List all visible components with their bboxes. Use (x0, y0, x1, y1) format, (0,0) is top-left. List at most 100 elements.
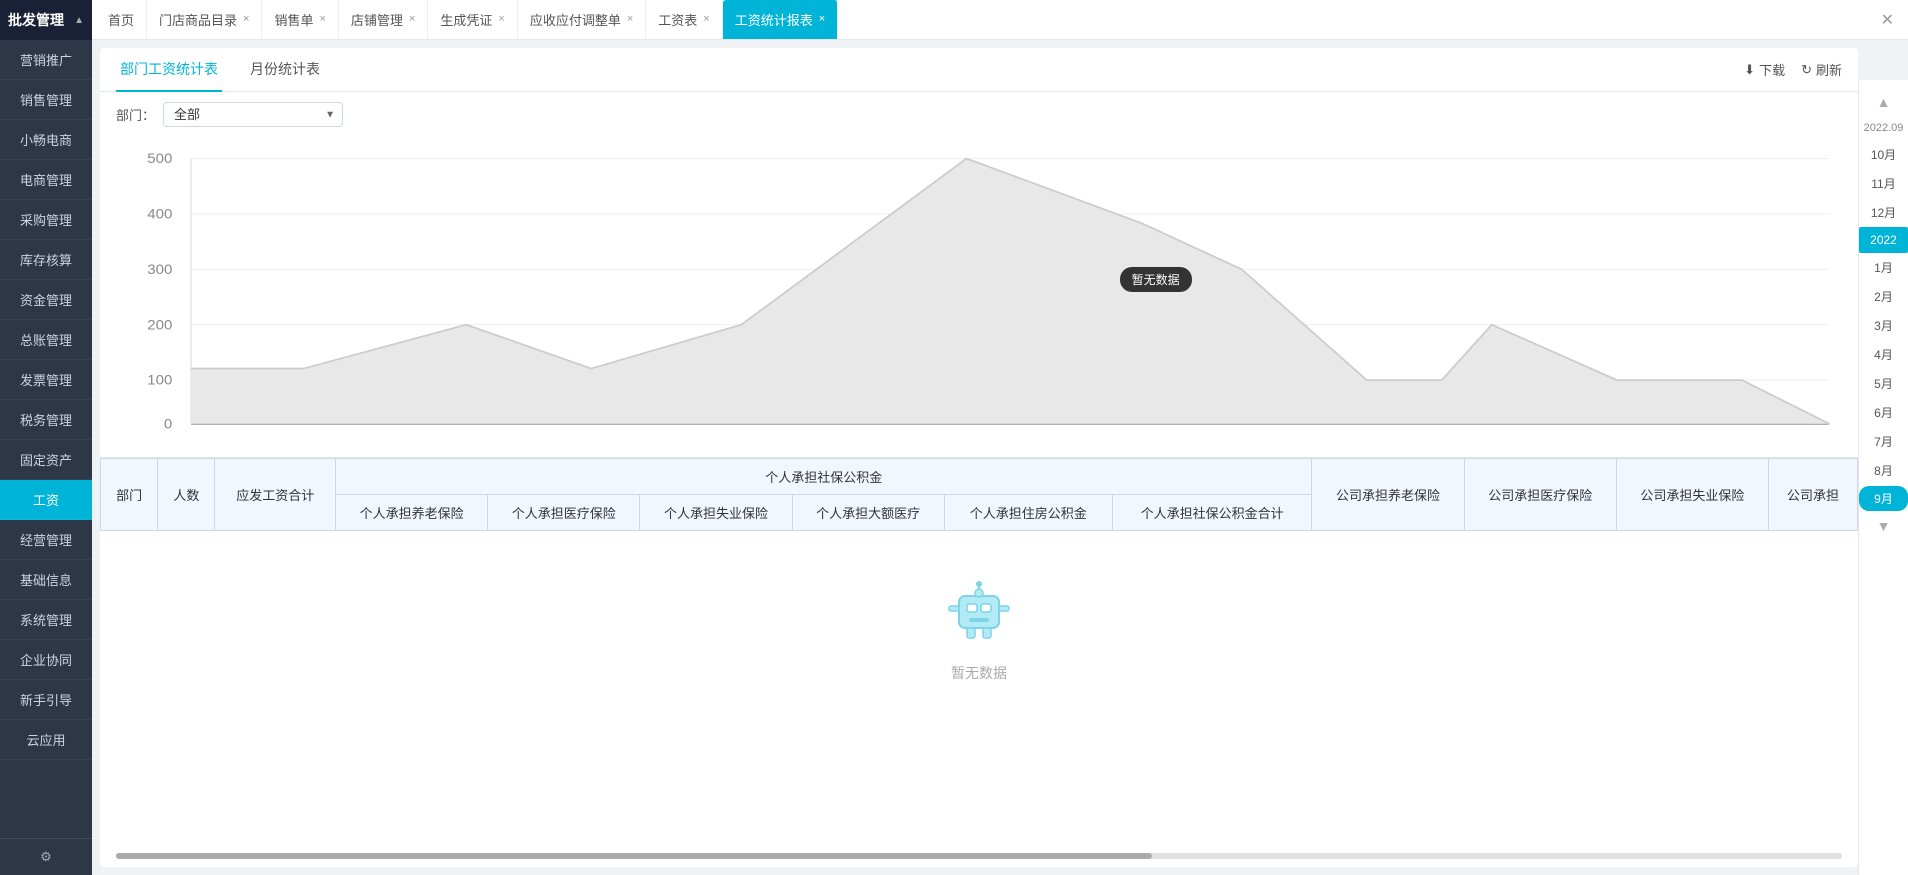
month-item-8[interactable]: 5月 (1859, 369, 1908, 398)
close-all-tabs-button[interactable]: ✕ (1871, 10, 1904, 30)
month-item-5[interactable]: 2月 (1859, 282, 1908, 311)
data-table: 部门 人数 应发工资合计 个人承担社保公积金 公司承担养老保险 公司承担医疗保险… (100, 458, 1858, 531)
month-item-7[interactable]: 4月 (1859, 340, 1908, 369)
col-personal-bigmed: 个人承担大额医疗 (792, 495, 944, 531)
right-panel-up-arrow[interactable]: ▲ (1871, 88, 1897, 116)
sidebar-item-云应用[interactable]: 云应用 (0, 720, 92, 760)
sidebar-item-发票管理[interactable]: 发票管理 (0, 360, 92, 400)
tab-label-4: 生成凭证 (440, 10, 492, 29)
gear-icon: ⚙ (40, 849, 52, 864)
refresh-icon: ↻ (1801, 62, 1812, 78)
tab-close-5[interactable]: × (627, 14, 633, 25)
sidebar-title: 批发管理 (8, 10, 64, 30)
right-date-panel: ▲2022.0910月11月12月20221月2月3月4月5月6月7月8月9月▼ (1858, 80, 1908, 875)
month-item-2[interactable]: 12月 (1859, 198, 1908, 227)
svg-text:200: 200 (147, 318, 172, 333)
month-item-6[interactable]: 3月 (1859, 311, 1908, 340)
sidebar-item-库存核算[interactable]: 库存核算 (0, 240, 92, 280)
tab-close-7[interactable]: × (819, 14, 825, 25)
sidebar-item-新手引导[interactable]: 新手引导 (0, 680, 92, 720)
sidebar-item-系统管理[interactable]: 系统管理 (0, 600, 92, 640)
month-item-3[interactable]: 2022 (1859, 227, 1908, 253)
tab-close-3[interactable]: × (409, 14, 415, 25)
col-company-other: 公司承担 (1769, 459, 1858, 531)
tab-close-4[interactable]: × (498, 14, 504, 25)
tab-3[interactable]: 店铺管理 × (339, 0, 428, 40)
col-personal-med: 个人承担医疗保险 (488, 495, 640, 531)
svg-text:300: 300 (147, 262, 172, 277)
tab-label-2: 销售单 (274, 10, 313, 29)
col-personal-housing: 个人承担住房公积金 (944, 495, 1112, 531)
no-data-text: 暂无数据 (951, 663, 1007, 683)
col-company-old: 公司承担养老保险 (1312, 459, 1464, 531)
col-personal-old: 个人承担养老保险 (336, 495, 488, 531)
col-dept: 部门 (101, 459, 158, 531)
sidebar-item-采购管理[interactable]: 采购管理 (0, 200, 92, 240)
area-chart: 500 400 300 200 100 0 (116, 147, 1842, 447)
no-data-robot-icon (939, 571, 1019, 651)
dept-select[interactable]: 全部 销售部 财务部 行政部 技术部 (163, 102, 343, 127)
month-item-4[interactable]: 1月 (1859, 253, 1908, 282)
sidebar-item-总账管理[interactable]: 总账管理 (0, 320, 92, 360)
month-item-10[interactable]: 7月 (1859, 427, 1908, 456)
right-panel-down-arrow[interactable]: ▼ (1871, 512, 1897, 540)
sidebar-item-工资[interactable]: 工资 (0, 480, 92, 520)
svg-text:0: 0 (164, 417, 172, 432)
month-item-0[interactable]: 10月 (1859, 140, 1908, 169)
no-data-area: 暂无数据 (100, 531, 1858, 703)
svg-text:400: 400 (147, 207, 172, 222)
tab-label-3: 店铺管理 (351, 10, 403, 29)
svg-text:100: 100 (147, 373, 172, 388)
tab-5[interactable]: 应收应付调整单× (518, 0, 646, 40)
month-item-11[interactable]: 8月 (1859, 456, 1908, 485)
col-personal-total: 个人承担社保公积金合计 (1112, 495, 1312, 531)
tab-month-stats[interactable]: 月份统计表 (246, 48, 324, 92)
sidebar-item-税务管理[interactable]: 税务管理 (0, 400, 92, 440)
tab-label-1: 门店商品目录 (159, 10, 237, 29)
col-personal-unemp: 个人承担失业保险 (640, 495, 792, 531)
tab-4[interactable]: 生成凭证 × (428, 0, 517, 40)
sidebar-item-小畅电商[interactable]: 小畅电商 (0, 120, 92, 160)
sub-tabs: 部门工资统计表 月份统计表 ⬇ 下载 ↻ 刷新 (100, 48, 1858, 92)
tab-7[interactable]: 工资统计报表 × (723, 0, 838, 40)
tab-label-0: 首页 (108, 10, 134, 29)
tab-label-6: 工资表 (658, 10, 697, 29)
month-item-1[interactable]: 11月 (1859, 169, 1908, 198)
sidebar-collapse-icon: ▲ (74, 15, 84, 26)
tab-close-1[interactable]: × (243, 14, 249, 25)
tab-0[interactable]: 首页 (96, 0, 147, 40)
sidebar-item-电商管理[interactable]: 电商管理 (0, 160, 92, 200)
col-headcount: 人数 (158, 459, 215, 531)
tab-label-7: 工资统计报表 (735, 10, 813, 29)
sidebar: 批发管理 ▲ 营销推广销售管理小畅电商电商管理采购管理库存核算资金管理总账管理发… (0, 0, 92, 875)
tab-close-2[interactable]: × (319, 14, 325, 25)
dept-label: 部门： (116, 105, 155, 124)
tab-close-6[interactable]: × (703, 14, 709, 25)
sidebar-header[interactable]: 批发管理 ▲ (0, 0, 92, 40)
sidebar-item-营销推广[interactable]: 营销推广 (0, 40, 92, 80)
sidebar-item-经营管理[interactable]: 经营管理 (0, 520, 92, 560)
content-area: 部门工资统计表 月份统计表 ⬇ 下载 ↻ 刷新 (92, 40, 1908, 875)
settings-button[interactable]: ⚙ (0, 838, 92, 875)
table-area[interactable]: 部门 人数 应发工资合计 个人承担社保公积金 公司承担养老保险 公司承担医疗保险… (100, 457, 1858, 853)
sidebar-item-销售管理[interactable]: 销售管理 (0, 80, 92, 120)
svg-text:500: 500 (147, 152, 172, 167)
col-group-personal: 个人承担社保公积金 (336, 459, 1312, 495)
sidebar-item-基础信息[interactable]: 基础信息 (0, 560, 92, 600)
tab-dept-stats[interactable]: 部门工资统计表 (116, 48, 222, 92)
refresh-button[interactable]: ↻ 刷新 (1801, 60, 1842, 79)
sidebar-item-企业协同[interactable]: 企业协同 (0, 640, 92, 680)
month-item-12[interactable]: 9月 (1859, 486, 1908, 511)
tab-bar: 首页门店商品目录×销售单×店铺管理×生成凭证×应收应付调整单×工资表×工资统计报… (92, 0, 1908, 40)
horizontal-scrollbar[interactable] (116, 853, 1842, 859)
download-button[interactable]: ⬇ 下载 (1744, 60, 1785, 79)
year-label: 2022.09 (1859, 116, 1908, 140)
tab-6[interactable]: 工资表 × (646, 0, 722, 40)
tab-1[interactable]: 门店商品目录 × (147, 0, 262, 40)
tab-2[interactable]: 销售单 × (262, 0, 338, 40)
month-item-9[interactable]: 6月 (1859, 398, 1908, 427)
sidebar-item-固定资产[interactable]: 固定资产 (0, 440, 92, 480)
sidebar-item-资金管理[interactable]: 资金管理 (0, 280, 92, 320)
sub-tabs-left: 部门工资统计表 月份统计表 (116, 48, 324, 92)
toolbar-row: 部门： 全部 销售部 财务部 行政部 技术部 ▼ (100, 92, 1858, 137)
